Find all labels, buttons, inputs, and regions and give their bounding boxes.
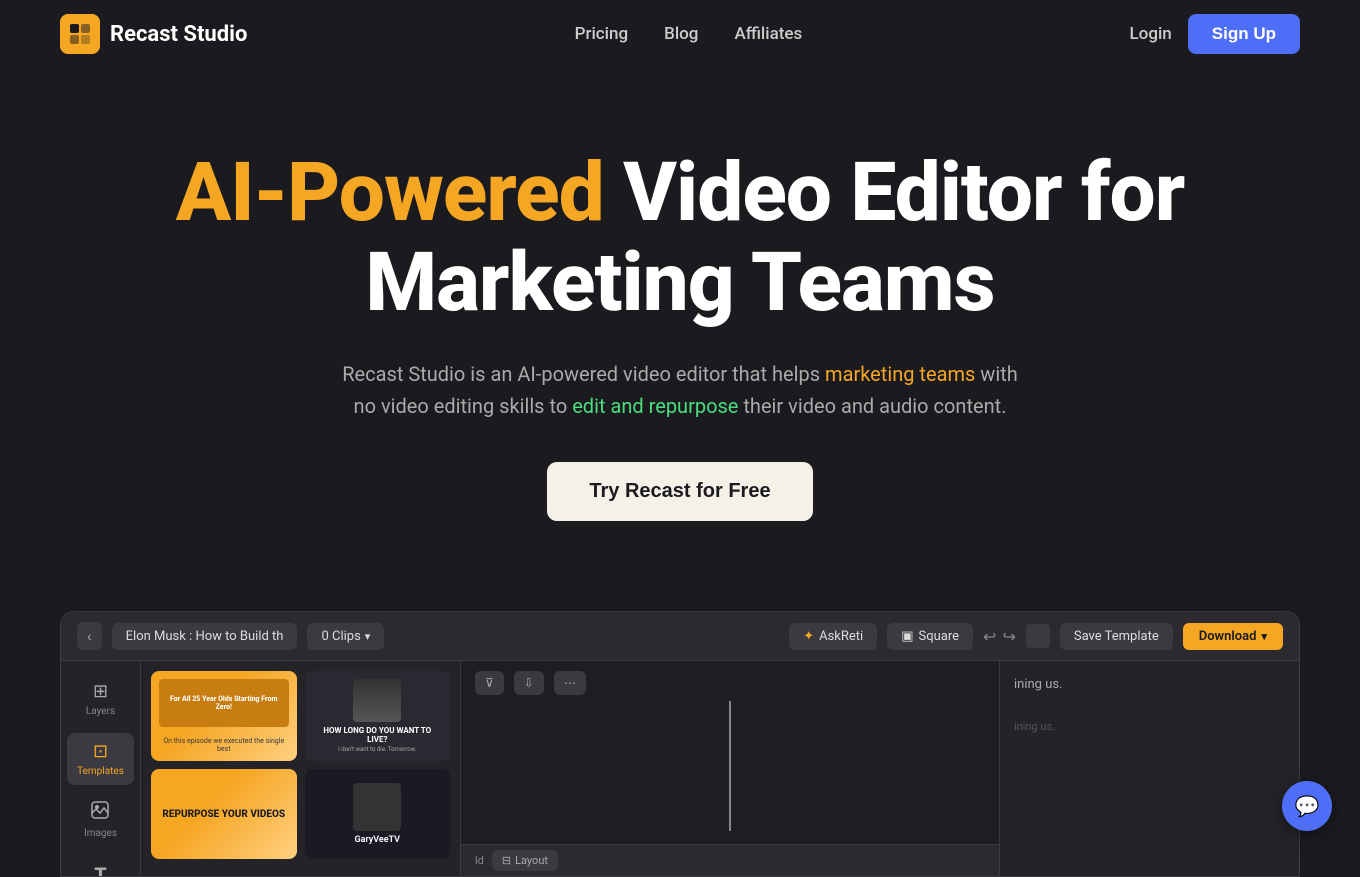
square-icon: ▣ (901, 629, 913, 644)
right-panel-text: ining us. ining us. (1014, 675, 1285, 737)
hero-section: AI-Powered Video Editor forMarketing Tea… (0, 68, 1360, 571)
nav-affiliates[interactable]: Affiliates (734, 24, 802, 44)
clips-chevron-icon: ▾ (365, 630, 371, 643)
app-sidebar: ⊞ Layers ⊡ Templates Images T T (61, 661, 141, 876)
layers-label: Layers (86, 706, 115, 717)
download-chevron-icon: ▾ (1261, 630, 1267, 643)
subtitle-before: Recast Studio is an AI-powered video edi… (342, 362, 820, 386)
signup-button[interactable]: Sign Up (1188, 14, 1300, 54)
app-preview: ‹ Elon Musk : How to Build th 0 Clips ▾ … (60, 611, 1300, 877)
templates-label: Templates (77, 766, 124, 777)
subtitle-link-marketing[interactable]: marketing teams (825, 362, 975, 386)
template-thumb-1[interactable]: For All 25 Year Olds Starting From Zero!… (151, 671, 297, 761)
canvas-tool-1[interactable]: ⊽ (475, 671, 504, 695)
app-canvas: ⊽ ⇩ ⋯ ld ⊟ Layout (461, 661, 999, 876)
nav-blog[interactable]: Blog (664, 24, 698, 44)
images-icon (91, 801, 109, 824)
app-body: ⊞ Layers ⊡ Templates Images T T (61, 661, 1299, 876)
login-link[interactable]: Login (1130, 24, 1172, 44)
hero-title-highlight: AI-Powered (176, 145, 604, 241)
layout-label: Layout (515, 854, 548, 867)
navbar: Recast Studio Pricing Blog Affiliates Lo… (0, 0, 1360, 68)
sidebar-templates[interactable]: ⊡ Templates (67, 733, 134, 785)
chat-icon: 💬 (1295, 794, 1320, 818)
back-button[interactable]: ‹ (77, 622, 102, 650)
nav-links: Pricing Blog Affiliates (575, 24, 803, 44)
brand-name: Recast Studio (110, 22, 247, 47)
canvas-tool-3[interactable]: ⋯ (554, 671, 586, 695)
undo-redo: ↩ ↪ (983, 627, 1016, 646)
thumb-1-sublabel: On this episode we executed the single b… (159, 737, 289, 753)
nav-actions: Login Sign Up (1130, 14, 1300, 54)
logo-icon (60, 14, 100, 54)
app-topbar: ‹ Elon Musk : How to Build th 0 Clips ▾ … (61, 612, 1299, 661)
nav-pricing[interactable]: Pricing (575, 24, 629, 44)
logo-area[interactable]: Recast Studio (60, 14, 247, 54)
sidebar-images[interactable]: Images (74, 793, 127, 847)
templates-icon: ⊡ (93, 741, 108, 762)
right-panel-filler: ining us. (1014, 720, 1055, 733)
canvas-tool-2[interactable]: ⇩ (514, 671, 544, 695)
template-panel: For All 25 Year Olds Starting From Zero!… (141, 661, 461, 876)
ai-chip[interactable]: ✦ AskReti (789, 623, 877, 650)
template-save-icon (1026, 624, 1050, 648)
sidebar-layers[interactable]: ⊞ Layers (76, 673, 125, 725)
subtitle-link-edit[interactable]: edit and repurpose (572, 394, 738, 418)
redo-icon[interactable]: ↪ (1002, 627, 1015, 646)
layout-icon: ⊟ (502, 854, 511, 867)
try-free-button[interactable]: Try Recast for Free (547, 462, 812, 521)
canvas-timeline-bar: ld ⊟ Layout (461, 844, 999, 876)
subtitle-after: their video and audio content. (743, 394, 1006, 418)
text-icon: T (94, 863, 107, 876)
app-title-chip: Elon Musk : How to Build th (112, 623, 298, 650)
download-button[interactable]: Download ▾ (1183, 623, 1283, 650)
template-thumb-3[interactable]: REPURPOSE YOUR VIDEOS (151, 769, 297, 859)
layers-icon: ⊞ (93, 681, 108, 702)
undo-icon[interactable]: ↩ (983, 627, 996, 646)
save-template-button[interactable]: Save Template (1060, 623, 1173, 650)
template-thumb-4[interactable]: GaryVeeTV (305, 769, 451, 859)
hero-title: AI-Powered Video Editor forMarketing Tea… (60, 148, 1300, 328)
timeline-cursor (729, 701, 731, 831)
chat-widget[interactable]: 💬 (1282, 781, 1332, 831)
star-icon: ✦ (803, 629, 814, 644)
layout-button[interactable]: ⊟ Layout (492, 850, 558, 871)
template-thumb-2[interactable]: HOW LONG DO YOU WANT TO LIVE? I don't wa… (305, 671, 451, 761)
hero-subtitle: Recast Studio is an AI-powered video edi… (330, 358, 1030, 422)
canvas-toolbar: ⊽ ⇩ ⋯ (475, 671, 586, 695)
clips-chip: 0 Clips ▾ (307, 623, 384, 650)
timeline-text: ld (475, 854, 484, 867)
square-chip[interactable]: ▣ Square (887, 623, 973, 650)
images-label: Images (84, 828, 117, 839)
app-right-panel: ining us. ining us. (999, 661, 1299, 876)
